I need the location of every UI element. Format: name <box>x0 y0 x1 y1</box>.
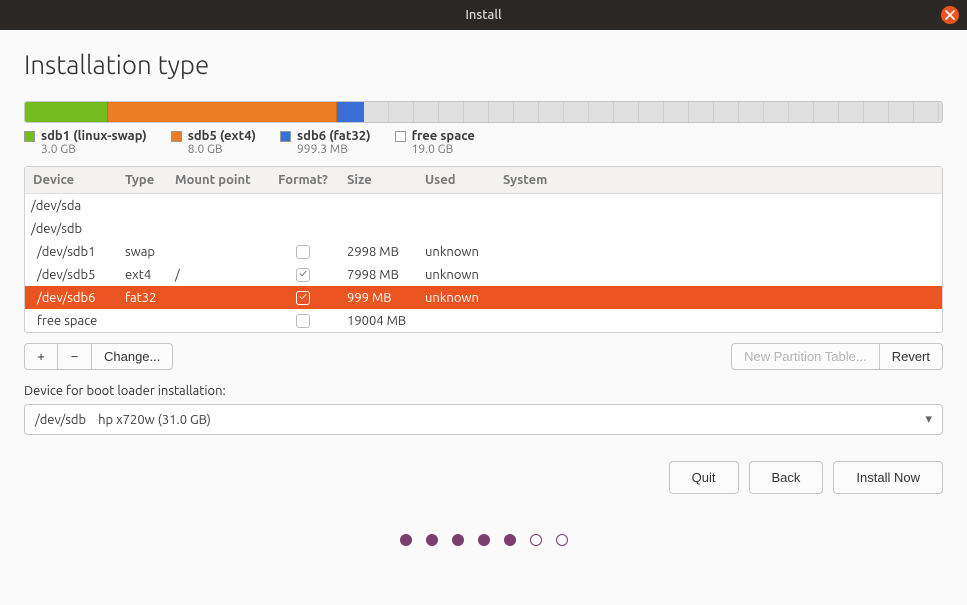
table-row[interactable]: /dev/sdb <box>25 217 942 240</box>
progress-dot <box>478 534 490 546</box>
table-toolbar: + − Change... New Partition Table... Rev… <box>24 343 943 370</box>
seg-free <box>364 102 942 122</box>
cell-device: /dev/sdb <box>25 219 117 239</box>
cell-type <box>117 318 167 324</box>
remove-partition-button[interactable]: − <box>58 343 92 370</box>
progress-dot <box>530 534 542 546</box>
cell-size: 19004 MB <box>339 311 417 331</box>
seg-sdb1 <box>25 102 108 122</box>
back-button[interactable]: Back <box>749 461 824 494</box>
table-row[interactable]: /dev/sdb5ext4/ 7998 MBunknown <box>25 263 942 286</box>
cell-used <box>417 318 495 324</box>
legend-swatch <box>171 131 182 142</box>
cell-used: unknown <box>417 242 495 262</box>
progress-dots <box>24 534 943 546</box>
cell-type: fat32 <box>117 288 167 308</box>
cell-used: unknown <box>417 265 495 285</box>
seg-sdb5 <box>108 102 337 122</box>
col-format[interactable]: Format? <box>267 167 339 193</box>
legend-label: sdb1 (linux-swap) <box>41 129 147 143</box>
cell-mount: / <box>167 265 267 285</box>
cell-system <box>495 249 942 255</box>
cell-device: /dev/sda <box>25 196 117 216</box>
progress-dot <box>452 534 464 546</box>
seg-sdb6 <box>337 102 365 122</box>
format-checkbox[interactable] <box>296 268 310 282</box>
progress-dot <box>400 534 412 546</box>
table-row[interactable]: /dev/sdb6fat32 999 MBunknown <box>25 286 942 309</box>
cell-device: /dev/sdb1 <box>25 242 117 262</box>
boot-device: /dev/sdb <box>35 413 86 427</box>
cell-size: 999 MB <box>339 288 417 308</box>
cell-used: unknown <box>417 288 495 308</box>
legend-item: sdb5 (ext4)8.0 GB <box>171 129 256 156</box>
cell-device: /dev/sdb6 <box>25 288 117 308</box>
legend-swatch <box>395 131 406 142</box>
col-size[interactable]: Size <box>339 167 417 193</box>
legend-size: 3.0 GB <box>41 143 147 156</box>
cell-size: 2998 MB <box>339 242 417 262</box>
close-icon <box>945 10 955 20</box>
cell-device: /dev/sdb5 <box>25 265 117 285</box>
legend-size: 8.0 GB <box>188 143 256 156</box>
change-partition-button[interactable]: Change... <box>92 343 173 370</box>
cell-system <box>495 318 942 324</box>
chevron-down-icon: ▾ <box>925 412 932 427</box>
format-checkbox[interactable] <box>296 245 310 259</box>
close-button[interactable] <box>941 6 959 24</box>
progress-dot <box>504 534 516 546</box>
cell-system <box>495 295 942 301</box>
legend-item: sdb6 (fat32)999.3 MB <box>280 129 371 156</box>
window-title: Install <box>465 8 501 22</box>
cell-device: free space <box>25 311 117 331</box>
cell-format <box>267 287 339 308</box>
footer-buttons: Quit Back Install Now <box>24 461 943 494</box>
cell-system <box>495 272 942 278</box>
col-device[interactable]: Device <box>25 167 117 193</box>
progress-dot <box>556 534 568 546</box>
format-checkbox[interactable] <box>296 291 310 305</box>
new-partition-table-button[interactable]: New Partition Table... <box>731 343 880 370</box>
cell-format <box>267 241 339 262</box>
boot-loader-label: Device for boot loader installation: <box>24 384 943 398</box>
titlebar: Install <box>0 0 967 30</box>
cell-mount <box>167 318 267 324</box>
cell-mount <box>167 295 267 301</box>
col-used[interactable]: Used <box>417 167 495 193</box>
page-title: Installation type <box>24 50 943 79</box>
legend-item: free space19.0 GB <box>395 129 475 156</box>
legend-label: sdb6 (fat32) <box>297 129 371 143</box>
col-mount[interactable]: Mount point <box>167 167 267 193</box>
legend-swatch <box>24 131 35 142</box>
cell-format <box>267 264 339 285</box>
boot-desc: hp x720w (31.0 GB) <box>98 413 211 427</box>
add-partition-button[interactable]: + <box>24 343 58 370</box>
table-row[interactable]: free space 19004 MB <box>25 309 942 332</box>
cell-type: ext4 <box>117 265 167 285</box>
legend-label: sdb5 (ext4) <box>188 129 256 143</box>
legend-swatch <box>280 131 291 142</box>
table-header: Device Type Mount point Format? Size Use… <box>25 167 942 194</box>
quit-button[interactable]: Quit <box>669 461 739 494</box>
table-row[interactable]: /dev/sdb1swap 2998 MBunknown <box>25 240 942 263</box>
progress-dot <box>426 534 438 546</box>
disk-usage-bar <box>24 101 943 123</box>
partition-table: Device Type Mount point Format? Size Use… <box>24 166 943 333</box>
col-type[interactable]: Type <box>117 167 167 193</box>
legend-size: 19.0 GB <box>412 143 475 156</box>
table-row[interactable]: /dev/sda <box>25 194 942 217</box>
col-system[interactable]: System <box>495 167 942 193</box>
boot-loader-select[interactable]: /dev/sdb hp x720w (31.0 GB) ▾ <box>24 404 943 435</box>
legend-item: sdb1 (linux-swap)3.0 GB <box>24 129 147 156</box>
cell-format <box>267 310 339 331</box>
format-checkbox[interactable] <box>296 314 310 328</box>
legend-label: free space <box>412 129 475 143</box>
cell-type: swap <box>117 242 167 262</box>
install-now-button[interactable]: Install Now <box>833 461 943 494</box>
legend-size: 999.3 MB <box>297 143 371 156</box>
cell-size: 7998 MB <box>339 265 417 285</box>
revert-button[interactable]: Revert <box>880 343 943 370</box>
cell-mount <box>167 249 267 255</box>
partition-legend: sdb1 (linux-swap)3.0 GB sdb5 (ext4)8.0 GB… <box>24 129 943 156</box>
